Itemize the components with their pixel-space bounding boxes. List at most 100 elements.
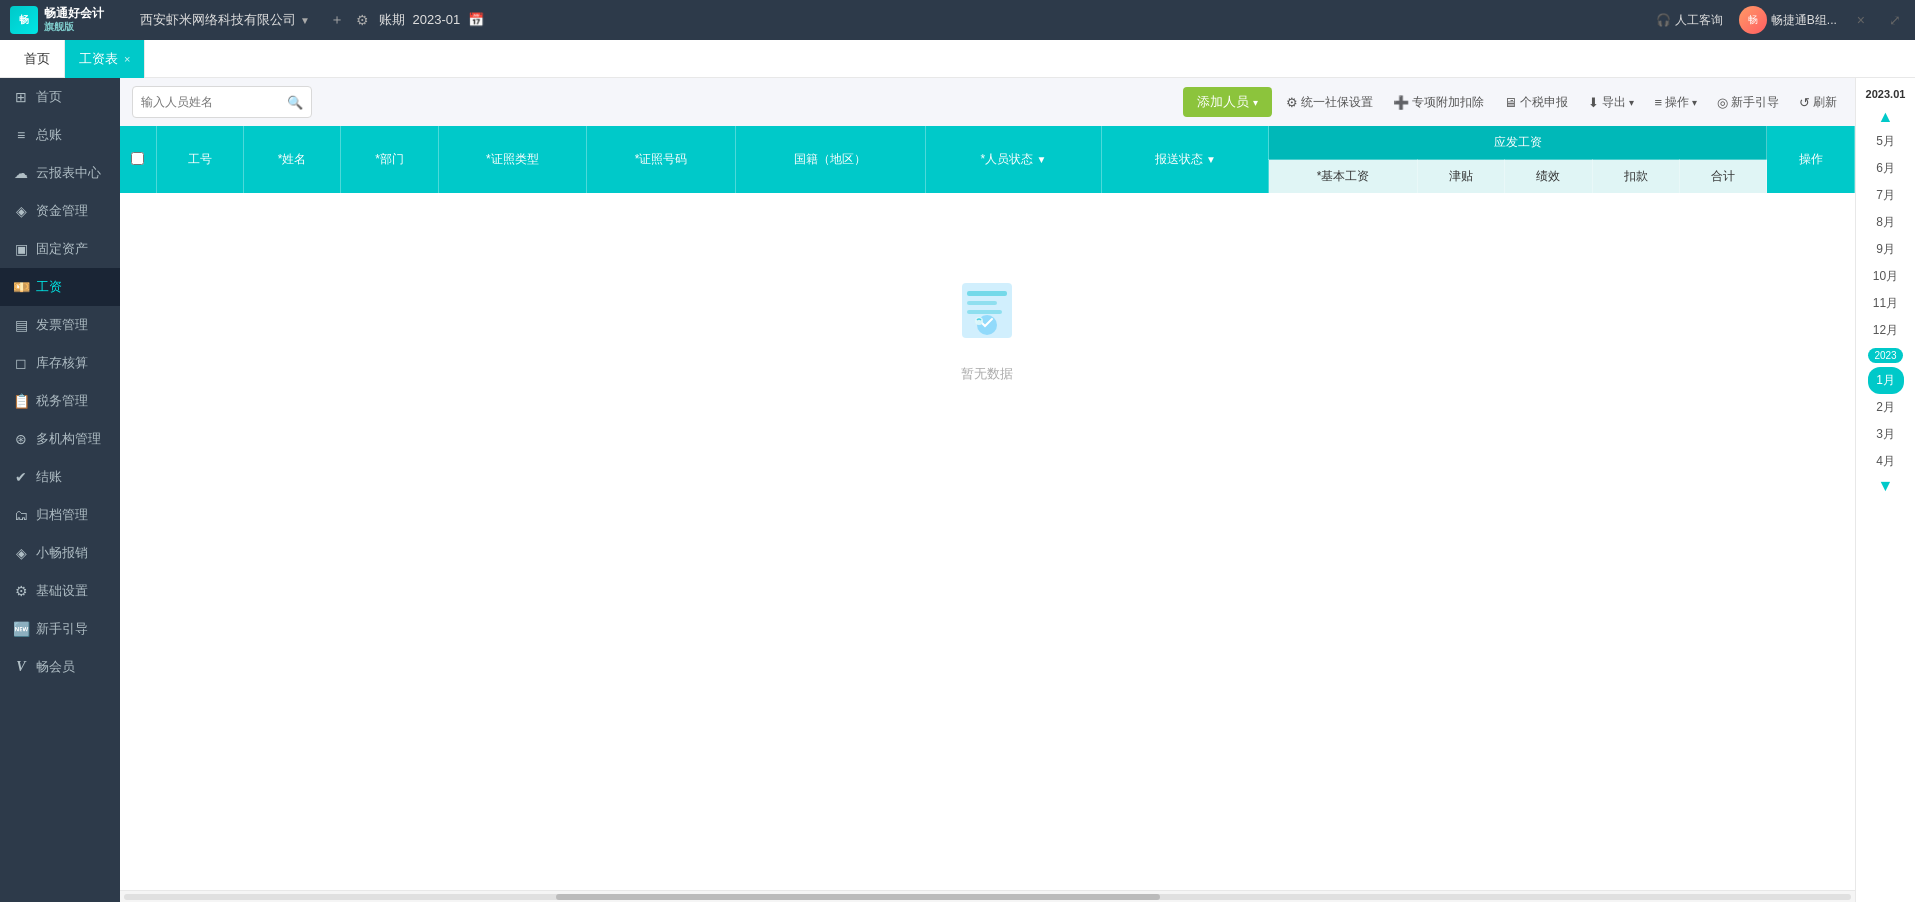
sidebar-label-tax: 税务管理 [36, 392, 88, 410]
sidebar-item-guide[interactable]: 🆕 新手引导 [0, 610, 120, 648]
sidebar-item-member[interactable]: V 畅会员 [0, 648, 120, 686]
month-2[interactable]: 2月 [1856, 394, 1915, 421]
month-5[interactable]: 5月 [1856, 128, 1915, 155]
year-badge: 2023 [1868, 348, 1902, 363]
col-total: 合计 [1680, 160, 1767, 194]
sidebar-item-home[interactable]: ⊞ 首页 [0, 78, 120, 116]
search-icon: 🔍 [287, 95, 303, 110]
sidebar-label-expense: 小畅报销 [36, 544, 88, 562]
tax-filing-btn[interactable]: 🖥 个税申报 [1498, 90, 1574, 115]
month-1[interactable]: 1月 [1868, 367, 1904, 394]
invoice-icon: ▤ [12, 317, 30, 333]
svg-rect-3 [967, 310, 1002, 314]
refresh-btn[interactable]: ↺ 刷新 [1793, 90, 1843, 115]
sidebar-item-expense[interactable]: ◈ 小畅报销 [0, 534, 120, 572]
sidebar-item-settings[interactable]: ⚙ 基础设置 [0, 572, 120, 610]
sidebar-item-cloud-report[interactable]: ☁ 云报表中心 [0, 154, 120, 192]
month-4[interactable]: 4月 [1856, 448, 1915, 475]
month-7[interactable]: 7月 [1856, 182, 1915, 209]
sidebar-label-salary: 工资 [36, 278, 62, 296]
tab-close-icon[interactable]: × [124, 53, 130, 65]
main-layout: ⊞ 首页 ≡ 总账 ☁ 云报表中心 ◈ 资金管理 ▣ 固定资产 💴 工资 ▤ 发… [0, 78, 1915, 902]
new-guide-btn[interactable]: ◎ 新手引导 [1711, 90, 1785, 115]
new-guide-icon: ◎ [1717, 95, 1728, 110]
sidebar-label-ledger: 总账 [36, 126, 62, 144]
report-filter-icon[interactable]: ▼ [1206, 154, 1216, 165]
search-wrap: 🔍 [132, 86, 312, 118]
app-edition: 旗舰版 [44, 20, 104, 34]
sidebar-item-fixed-assets[interactable]: ▣ 固定资产 [0, 230, 120, 268]
fund-icon: ◈ [12, 203, 30, 219]
month-9[interactable]: 9月 [1856, 236, 1915, 263]
svg-rect-2 [967, 301, 997, 305]
add-person-button[interactable]: 添加人员 ▾ [1183, 87, 1272, 117]
month-6[interactable]: 6月 [1856, 155, 1915, 182]
tax-filing-label: 个税申报 [1520, 94, 1568, 111]
salary-icon: 💴 [12, 279, 30, 295]
sidebar-label-guide: 新手引导 [36, 620, 88, 638]
add-icon[interactable]: ＋ [330, 11, 344, 29]
date-panel-header: 2023.01 [1862, 82, 1910, 106]
calendar-icon[interactable]: 📅 [468, 12, 484, 27]
social-security-btn[interactable]: ⚙ 统一社保设置 [1280, 90, 1379, 115]
horizontal-scrollbar[interactable] [120, 890, 1855, 902]
fixed-assets-icon: ▣ [12, 241, 30, 257]
month-8[interactable]: 8月 [1856, 209, 1915, 236]
col-nationality: 国籍（地区） [735, 126, 925, 193]
special-deduction-btn[interactable]: ➕ 专项附加扣除 [1387, 90, 1490, 115]
sidebar-item-fund[interactable]: ◈ 资金管理 [0, 192, 120, 230]
empty-text: 暂无数据 [961, 365, 1013, 383]
top-bar: 畅 畅通好会计 旗舰版 西安虾米网络科技有限公司 ▼ ＋ ⚙ 账期 2023-0… [0, 0, 1915, 40]
col-employee-id: 工号 [156, 126, 243, 193]
date-nav-up[interactable]: ▲ [1876, 106, 1896, 128]
tab-salary-label: 工资表 [79, 50, 118, 68]
sidebar-item-archive[interactable]: 🗂 归档管理 [0, 496, 120, 534]
sidebar-item-multi-org[interactable]: ⊛ 多机构管理 [0, 420, 120, 458]
status-filter-icon[interactable]: ▼ [1037, 154, 1047, 165]
export-btn[interactable]: ⬇ 导出 ▾ [1582, 90, 1640, 115]
company-selector[interactable]: 西安虾米网络科技有限公司 ▼ [140, 11, 310, 29]
company-name: 西安虾米网络科技有限公司 [140, 11, 296, 29]
search-input[interactable] [141, 95, 287, 109]
sidebar-item-checkout[interactable]: ✔ 结账 [0, 458, 120, 496]
sidebar-item-ledger[interactable]: ≡ 总账 [0, 116, 120, 154]
tax-filing-icon: 🖥 [1504, 95, 1517, 110]
new-guide-label: 新手引导 [1731, 94, 1779, 111]
tab-home[interactable]: 首页 [10, 40, 65, 78]
col-name: *姓名 [243, 126, 340, 193]
month-10[interactable]: 10月 [1856, 263, 1915, 290]
col-deduction: 扣款 [1592, 160, 1679, 194]
settings-icon[interactable]: ⚙ [356, 12, 369, 28]
col-allowance: 津贴 [1417, 160, 1504, 194]
window-expand-button[interactable]: ⤢ [1885, 8, 1905, 32]
col-id-type: *证照类型 [438, 126, 587, 193]
col-payroll-group: 应发工资 [1269, 126, 1767, 160]
sidebar-label-fixed-assets: 固定资产 [36, 240, 88, 258]
month-11[interactable]: 11月 [1856, 290, 1915, 317]
user-menu[interactable]: 畅 畅捷通B组... [1739, 6, 1837, 34]
svg-rect-1 [967, 291, 1007, 296]
account-period: 账期 2023-01 📅 [379, 11, 484, 29]
month-12[interactable]: 12月 [1856, 317, 1915, 344]
date-nav-down[interactable]: ▼ [1876, 475, 1896, 497]
avatar: 畅 [1739, 6, 1767, 34]
sidebar-item-tax[interactable]: 📋 税务管理 [0, 382, 120, 420]
tax-icon: 📋 [12, 393, 30, 409]
sidebar-item-invoice[interactable]: ▤ 发票管理 [0, 306, 120, 344]
operations-btn[interactable]: ≡ 操作 ▾ [1648, 90, 1703, 115]
select-all-checkbox[interactable] [131, 152, 144, 165]
customer-service[interactable]: 🎧 人工客询 [1656, 12, 1723, 29]
operations-arrow-icon: ▾ [1692, 97, 1697, 108]
month-3[interactable]: 3月 [1856, 421, 1915, 448]
settings-sidebar-icon: ⚙ [12, 583, 30, 599]
tab-salary[interactable]: 工资表 × [65, 40, 145, 78]
toolbar-right: 添加人员 ▾ ⚙ 统一社保设置 ➕ 专项附加扣除 🖥 个税申报 ⬇ 导出 [1183, 87, 1843, 117]
scrollbar-thumb[interactable] [556, 894, 1160, 900]
export-arrow-icon: ▾ [1629, 97, 1634, 108]
col-base-salary: *基本工资 [1269, 160, 1418, 194]
sidebar-item-salary[interactable]: 💴 工资 [0, 268, 120, 306]
app-name: 畅通好会计 [44, 6, 104, 20]
sidebar-item-inventory[interactable]: ◻ 库存核算 [0, 344, 120, 382]
sidebar-label-settings: 基础设置 [36, 582, 88, 600]
window-close-button[interactable]: × [1853, 8, 1869, 32]
